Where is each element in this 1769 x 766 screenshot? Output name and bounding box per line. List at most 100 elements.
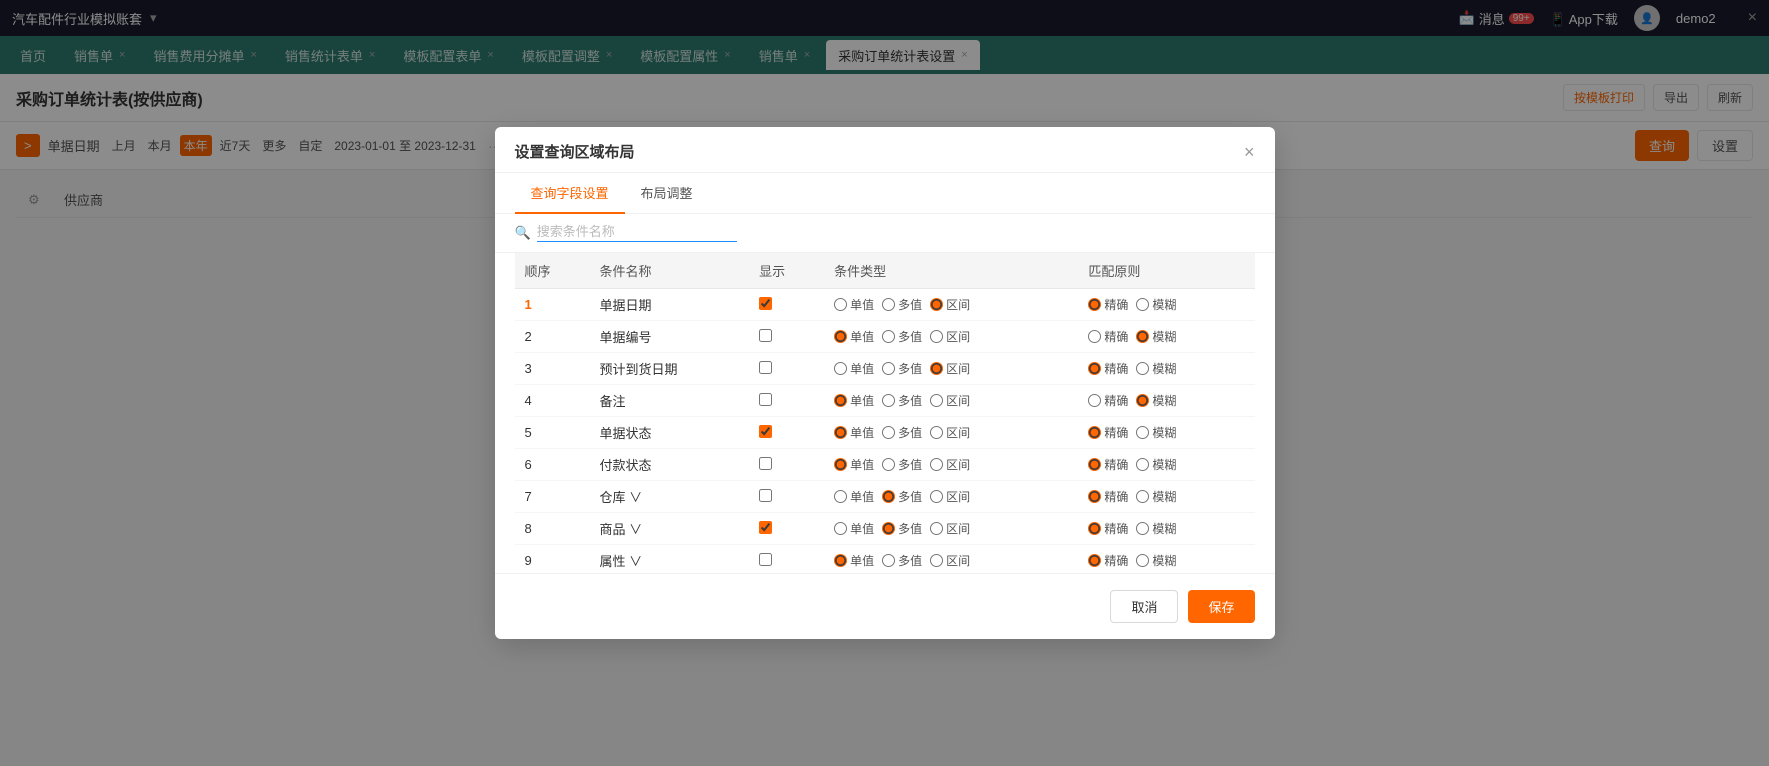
row-condition-name: 付款状态 [589, 449, 749, 481]
match-radio-模糊[interactable]: 模糊 [1136, 456, 1176, 473]
row-order: 4 [515, 385, 590, 417]
row-display-cell [749, 545, 824, 574]
row-match-cell: 精确模糊 [1078, 545, 1254, 574]
row-match-cell: 精确模糊 [1078, 385, 1254, 417]
type-radio-区间[interactable]: 区间 [930, 360, 970, 377]
match-radio-模糊[interactable]: 模糊 [1136, 424, 1176, 441]
type-radio-区间[interactable]: 区间 [930, 552, 970, 569]
row-condition-name: 备注 [589, 385, 749, 417]
row-display-cell [749, 353, 824, 385]
match-radio-模糊[interactable]: 模糊 [1136, 328, 1176, 345]
match-radio-精确[interactable]: 精确 [1088, 552, 1128, 569]
row-type-cell: 单值多值区间 [824, 385, 1078, 417]
row-display-checkbox[interactable] [759, 297, 772, 310]
row-display-checkbox[interactable] [759, 393, 772, 406]
type-radio-单值[interactable]: 单值 [834, 328, 874, 345]
type-radio-区间[interactable]: 区间 [930, 392, 970, 409]
tab-query-fields[interactable]: 查询字段设置 [515, 173, 625, 214]
row-display-checkbox[interactable] [759, 521, 772, 534]
row-display-checkbox[interactable] [759, 329, 772, 342]
type-radio-单值[interactable]: 单值 [834, 456, 874, 473]
type-radio-单值[interactable]: 单值 [834, 424, 874, 441]
row-type-cell: 单值多值区间 [824, 289, 1078, 321]
type-radio-区间[interactable]: 区间 [930, 296, 970, 313]
col-display: 显示 [749, 253, 824, 289]
row-condition-name: 商品 ∨ [589, 513, 749, 545]
row-type-cell: 单值多值区间 [824, 353, 1078, 385]
match-radio-精确[interactable]: 精确 [1088, 296, 1128, 313]
match-radio-模糊[interactable]: 模糊 [1136, 360, 1176, 377]
modal-overlay: 设置查询区域布局 × 查询字段设置 布局调整 🔍 [0, 0, 1769, 766]
row-condition-name: 单据状态 [589, 417, 749, 449]
dialog-header: 设置查询区域布局 × [495, 127, 1275, 173]
type-radio-区间[interactable]: 区间 [930, 520, 970, 537]
type-radio-单值[interactable]: 单值 [834, 392, 874, 409]
row-order: 7 [515, 481, 590, 513]
row-type-cell: 单值多值区间 [824, 449, 1078, 481]
type-radio-单值[interactable]: 单值 [834, 296, 874, 313]
match-radio-精确[interactable]: 精确 [1088, 488, 1128, 505]
type-radio-多值[interactable]: 多值 [882, 360, 922, 377]
type-radio-单值[interactable]: 单值 [834, 488, 874, 505]
row-type-cell: 单值多值区间 [824, 321, 1078, 353]
match-radio-精确[interactable]: 精确 [1088, 360, 1128, 377]
match-radio-精确[interactable]: 精确 [1088, 328, 1128, 345]
row-match-cell: 精确模糊 [1078, 513, 1254, 545]
row-match-cell: 精确模糊 [1078, 449, 1254, 481]
table-row: 1单据日期单值多值区间精确模糊 [515, 289, 1255, 321]
match-radio-模糊[interactable]: 模糊 [1136, 552, 1176, 569]
row-type-cell: 单值多值区间 [824, 481, 1078, 513]
type-radio-多值[interactable]: 多值 [882, 520, 922, 537]
settings-dialog: 设置查询区域布局 × 查询字段设置 布局调整 🔍 [495, 127, 1275, 639]
save-button[interactable]: 保存 [1188, 590, 1254, 623]
col-name: 条件名称 [589, 253, 749, 289]
type-radio-多值[interactable]: 多值 [882, 392, 922, 409]
row-match-cell: 精确模糊 [1078, 321, 1254, 353]
col-type: 条件类型 [824, 253, 1078, 289]
type-radio-区间[interactable]: 区间 [930, 456, 970, 473]
row-display-checkbox[interactable] [759, 553, 772, 566]
row-type-cell: 单值多值区间 [824, 417, 1078, 449]
match-radio-模糊[interactable]: 模糊 [1136, 296, 1176, 313]
row-display-cell [749, 417, 824, 449]
type-radio-区间[interactable]: 区间 [930, 488, 970, 505]
dialog-title: 设置查询区域布局 [515, 141, 635, 162]
row-type-cell: 单值多值区间 [824, 545, 1078, 574]
type-radio-单值[interactable]: 单值 [834, 360, 874, 377]
type-radio-单值[interactable]: 单值 [834, 520, 874, 537]
row-display-cell [749, 449, 824, 481]
dialog-close-button[interactable]: × [1244, 143, 1255, 161]
match-radio-精确[interactable]: 精确 [1088, 392, 1128, 409]
search-icon: 🔍 [515, 225, 531, 241]
match-radio-精确[interactable]: 精确 [1088, 424, 1128, 441]
table-row: 5单据状态单值多值区间精确模糊 [515, 417, 1255, 449]
dialog-tabs: 查询字段设置 布局调整 [495, 173, 1275, 214]
row-match-cell: 精确模糊 [1078, 417, 1254, 449]
type-radio-多值[interactable]: 多值 [882, 328, 922, 345]
match-radio-模糊[interactable]: 模糊 [1136, 520, 1176, 537]
col-match: 匹配原则 [1078, 253, 1254, 289]
type-radio-区间[interactable]: 区间 [930, 328, 970, 345]
type-radio-多值[interactable]: 多值 [882, 296, 922, 313]
search-input[interactable] [537, 224, 737, 239]
type-radio-多值[interactable]: 多值 [882, 488, 922, 505]
row-display-checkbox[interactable] [759, 489, 772, 502]
row-condition-name: 单据日期 [589, 289, 749, 321]
row-display-cell [749, 481, 824, 513]
tab-layout-adjust[interactable]: 布局调整 [625, 173, 709, 214]
type-radio-多值[interactable]: 多值 [882, 424, 922, 441]
row-display-checkbox[interactable] [759, 425, 772, 438]
row-display-checkbox[interactable] [759, 457, 772, 470]
type-radio-区间[interactable]: 区间 [930, 424, 970, 441]
type-radio-多值[interactable]: 多值 [882, 552, 922, 569]
match-radio-精确[interactable]: 精确 [1088, 456, 1128, 473]
row-match-cell: 精确模糊 [1078, 481, 1254, 513]
type-radio-多值[interactable]: 多值 [882, 456, 922, 473]
row-display-checkbox[interactable] [759, 361, 772, 374]
match-radio-精确[interactable]: 精确 [1088, 520, 1128, 537]
cancel-button[interactable]: 取消 [1110, 590, 1178, 623]
type-radio-单值[interactable]: 单值 [834, 552, 874, 569]
row-order: 9 [515, 545, 590, 574]
match-radio-模糊[interactable]: 模糊 [1136, 392, 1176, 409]
match-radio-模糊[interactable]: 模糊 [1136, 488, 1176, 505]
